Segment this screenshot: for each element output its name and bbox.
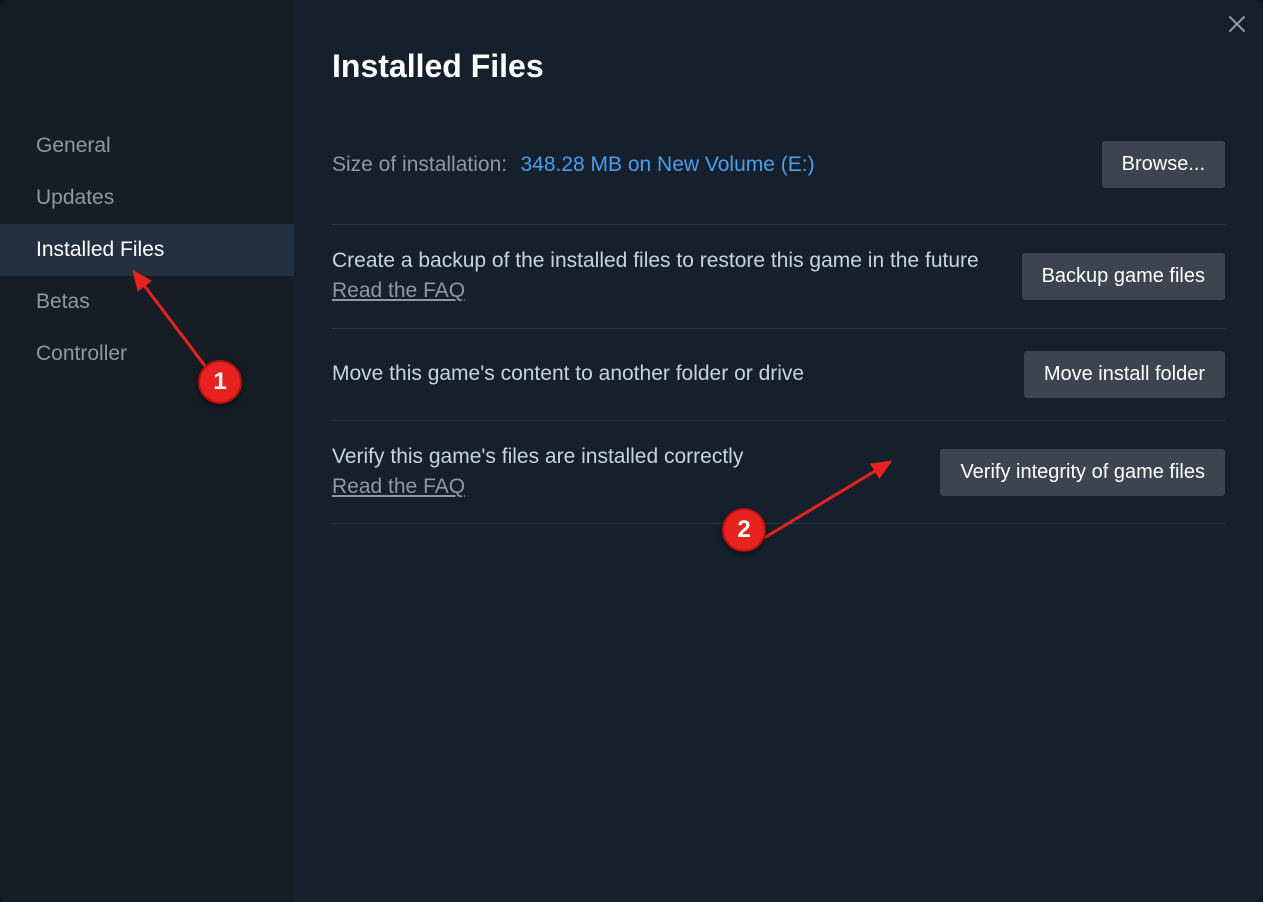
close-button[interactable]	[1225, 12, 1249, 36]
backup-text: Create a backup of the installed files t…	[332, 249, 979, 272]
properties-dialog: General Updates Installed Files Betas Co…	[0, 0, 1263, 902]
install-size-label: Size of installation:	[332, 153, 507, 176]
sidebar-item-installed-files[interactable]: Installed Files	[0, 224, 294, 276]
move-button[interactable]: Move install folder	[1024, 351, 1225, 398]
verify-section: Verify this game's files are installed c…	[332, 421, 1225, 525]
backup-description: Create a backup of the installed files t…	[332, 247, 1002, 306]
sidebar-item-label: Betas	[36, 290, 90, 313]
backup-section: Create a backup of the installed files t…	[332, 225, 1225, 329]
verify-button[interactable]: Verify integrity of game files	[940, 449, 1225, 496]
install-size-value: 348.28 MB on New Volume (E:)	[520, 153, 814, 176]
sidebar-item-label: Installed Files	[36, 238, 164, 261]
verify-faq-link[interactable]: Read the FAQ	[332, 473, 465, 501]
sidebar-item-updates[interactable]: Updates	[0, 172, 294, 224]
backup-faq-link[interactable]: Read the FAQ	[332, 277, 465, 305]
install-size-section: Size of installation: 348.28 MB on New V…	[332, 141, 1225, 225]
sidebar-item-controller[interactable]: Controller	[0, 328, 294, 380]
verify-description: Verify this game's files are installed c…	[332, 443, 920, 502]
sidebar-item-general[interactable]: General	[0, 120, 294, 172]
verify-text: Verify this game's files are installed c…	[332, 445, 743, 468]
annotation-marker-2: 2	[722, 508, 766, 552]
sidebar-item-betas[interactable]: Betas	[0, 276, 294, 328]
sidebar-item-label: Updates	[36, 186, 114, 209]
close-icon	[1227, 14, 1247, 34]
backup-button[interactable]: Backup game files	[1022, 253, 1225, 300]
move-text: Move this game's content to another fold…	[332, 360, 1004, 388]
move-section: Move this game's content to another fold…	[332, 329, 1225, 421]
settings-sidebar: General Updates Installed Files Betas Co…	[0, 0, 294, 902]
sidebar-item-label: General	[36, 134, 111, 157]
page-title: Installed Files	[332, 48, 1225, 85]
install-size-row: Size of installation: 348.28 MB on New V…	[332, 153, 815, 177]
browse-button[interactable]: Browse...	[1102, 141, 1225, 188]
annotation-marker-1: 1	[198, 360, 242, 404]
main-content: Installed Files Size of installation: 34…	[294, 0, 1263, 902]
sidebar-item-label: Controller	[36, 342, 127, 365]
